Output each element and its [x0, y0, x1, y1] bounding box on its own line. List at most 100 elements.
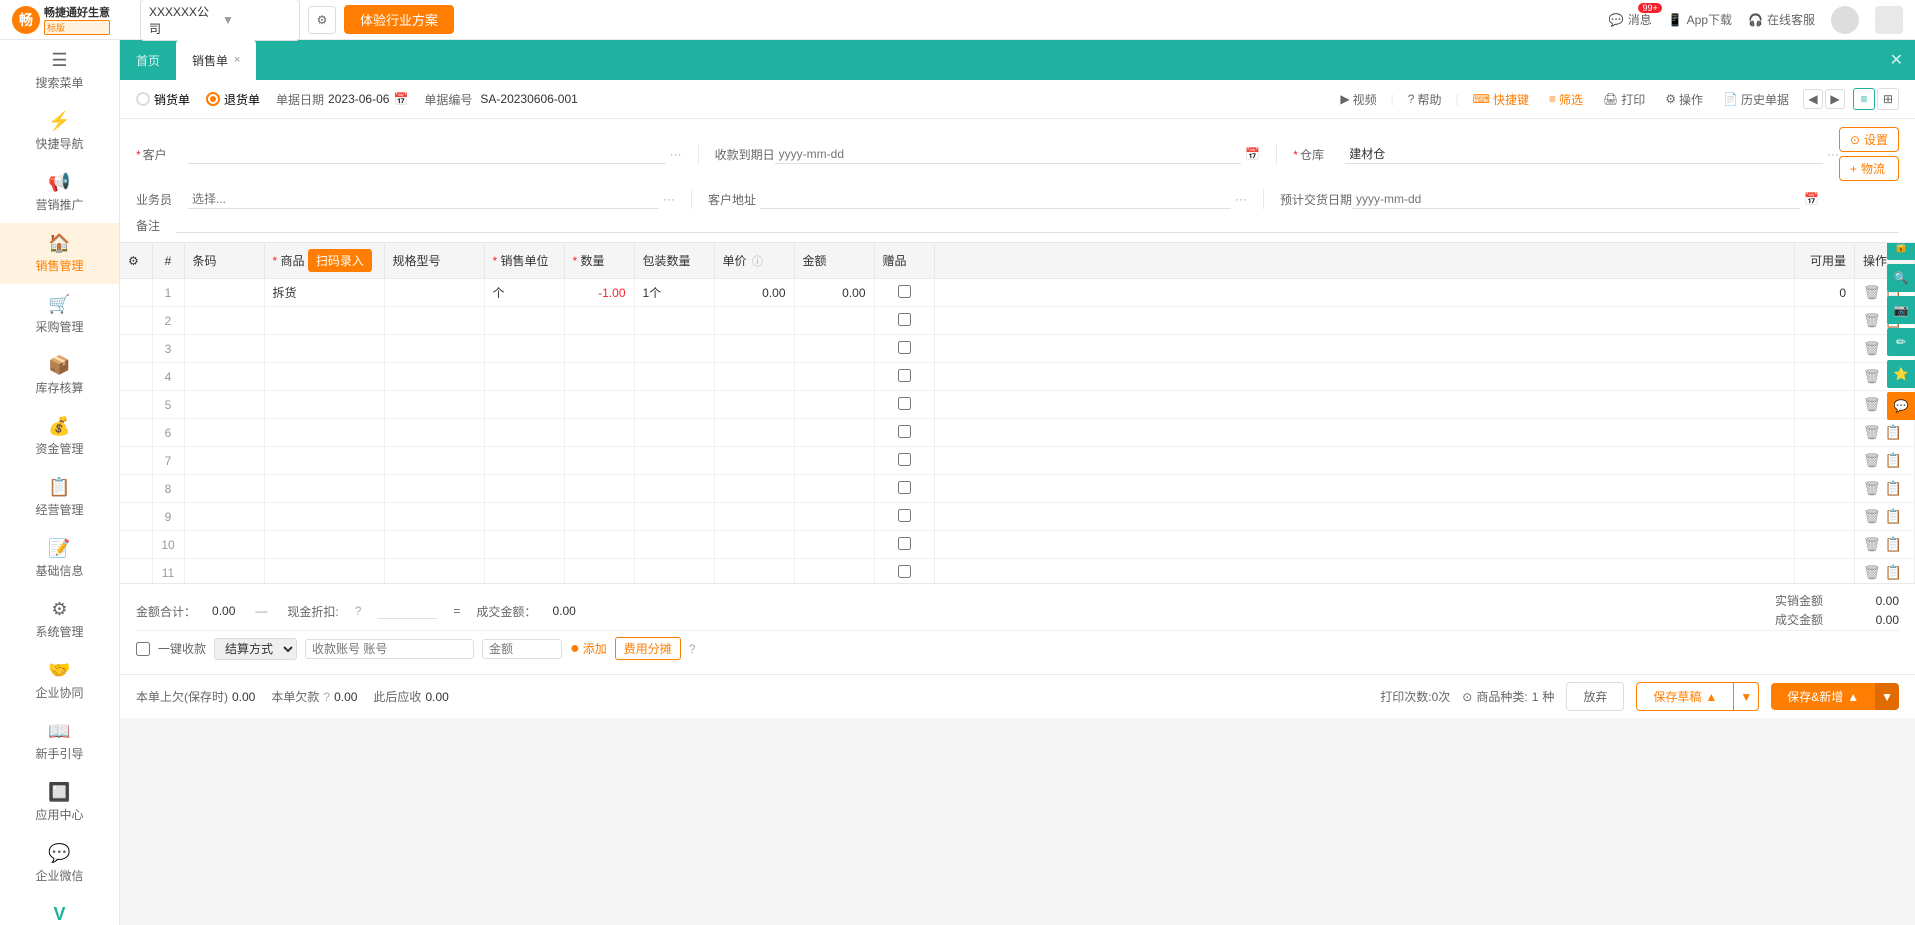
prev-record-btn[interactable]: ◀	[1803, 89, 1823, 109]
payment-calendar-icon[interactable]: 📅	[1245, 147, 1260, 161]
delete-row-icon[interactable]: 🗑	[1863, 508, 1881, 525]
barcode-input[interactable]	[193, 286, 256, 300]
gift-checkbox[interactable]	[898, 285, 911, 298]
delete-row-icon[interactable]: 🗑	[1863, 312, 1881, 329]
next-record-btn[interactable]: ▶	[1825, 89, 1845, 109]
save-new-dropdown-btn[interactable]: ▼	[1875, 683, 1899, 710]
settings-icon[interactable]: ⚙	[308, 6, 336, 34]
row-spec-cell[interactable]	[384, 279, 484, 307]
app-download-item[interactable]: 📱 App下载	[1668, 11, 1732, 28]
product-type-icon[interactable]: ⊙	[1462, 690, 1472, 704]
copy-row-icon[interactable]: 📋	[1885, 564, 1902, 581]
sidebar-item-basic[interactable]: 📝 基础信息	[0, 528, 119, 589]
settings-action-btn[interactable]: ⊙ 设置	[1839, 127, 1899, 152]
sidebar-item-finance[interactable]: 💰 资金管理	[0, 406, 119, 467]
user-menu-btn[interactable]	[1875, 6, 1903, 34]
col-settings[interactable]: ⚙	[120, 243, 152, 279]
sidebar-item-marketing[interactable]: 📢 营销推广	[0, 162, 119, 223]
warehouse-dots-icon[interactable]: ···	[1827, 147, 1839, 161]
trial-button[interactable]: 体验行业方案	[344, 5, 454, 34]
help-btn[interactable]: ? 帮助	[1402, 89, 1448, 110]
discount-input[interactable]	[377, 604, 437, 619]
add-payment-btn[interactable]: ● 添加	[570, 640, 607, 658]
row-gift-cell[interactable]	[874, 279, 934, 307]
filter-btn[interactable]: ≡ 筛选	[1543, 89, 1589, 110]
save-draft-dropdown-btn[interactable]: ▼	[1734, 682, 1759, 711]
expected-delivery-input[interactable]	[1352, 190, 1800, 209]
tab-home[interactable]: 首页	[120, 40, 176, 80]
right-float-search-btn[interactable]: 🔍	[1887, 264, 1915, 292]
gift-checkbox[interactable]	[898, 425, 911, 438]
delete-row-icon[interactable]: 🗑	[1863, 340, 1881, 357]
right-float-camera-btn[interactable]: 📷	[1887, 296, 1915, 324]
sidebar-item-collab[interactable]: 🤝 企业协同	[0, 650, 119, 711]
message-item[interactable]: 💬 消息 99+	[1609, 11, 1652, 28]
expense-split-btn[interactable]: 费用分摊	[615, 637, 681, 660]
online-service-item[interactable]: 🎧 在线客服	[1748, 11, 1815, 28]
payment-due-input[interactable]	[775, 145, 1242, 164]
sidebar-item-guide[interactable]: 📖 新手引导	[0, 711, 119, 772]
view-grid-btn[interactable]: ⊞	[1877, 88, 1899, 110]
customer-addr-input[interactable]	[760, 190, 1231, 209]
payment-help-icon[interactable]: ?	[689, 642, 696, 656]
copy-row-icon[interactable]: 📋	[1885, 424, 1902, 441]
sidebar-item-apps[interactable]: 🔲 应用中心	[0, 772, 119, 833]
gift-checkbox[interactable]	[898, 537, 911, 550]
sidebar-item-system[interactable]: ⚙ 系统管理	[0, 589, 119, 650]
delete-row-icon[interactable]: 🗑	[1863, 424, 1881, 441]
copy-row-icon[interactable]: 📋	[1885, 536, 1902, 553]
gift-checkbox[interactable]	[898, 397, 911, 410]
gift-checkbox[interactable]	[898, 453, 911, 466]
abandon-button[interactable]: 放弃	[1566, 682, 1624, 711]
delete-row-icon[interactable]: 🗑	[1863, 564, 1881, 581]
tab-close-icon[interactable]: ×	[234, 54, 240, 66]
payment-amount-input[interactable]	[482, 639, 562, 659]
copy-row-icon[interactable]: 📋	[1885, 452, 1902, 469]
sidebar-item-vip[interactable]: V 畅会员	[0, 894, 119, 925]
delete-row-icon[interactable]: 🗑	[1863, 536, 1881, 553]
sidebar-item-sales[interactable]: 🏠 销售管理	[0, 223, 119, 284]
user-avatar[interactable]	[1831, 6, 1859, 34]
delete-row-icon[interactable]: 🗑	[1863, 396, 1881, 413]
sidebar-item-quicknav[interactable]: ⚡ 快捷导航	[0, 101, 119, 162]
logistics-action-btn[interactable]: + 物流	[1839, 156, 1899, 181]
sidebar-item-inventory[interactable]: 📦 库存核算	[0, 345, 119, 406]
close-all-tabs-icon[interactable]: ✕	[1890, 50, 1903, 70]
gift-checkbox[interactable]	[898, 313, 911, 326]
calendar-icon[interactable]: 📅	[393, 92, 408, 106]
sidebar-item-wechat[interactable]: 💬 企业微信	[0, 833, 119, 894]
remarks-input[interactable]	[176, 218, 1899, 233]
delete-row-icon[interactable]: 🗑	[1863, 480, 1881, 497]
gift-checkbox[interactable]	[898, 341, 911, 354]
spec-input[interactable]	[393, 286, 476, 300]
discount-help-icon[interactable]: ?	[355, 604, 362, 618]
delete-row-icon[interactable]: 🗑	[1863, 284, 1881, 301]
gift-checkbox[interactable]	[898, 369, 911, 382]
tab-sales[interactable]: 销售单 ×	[176, 40, 256, 80]
payment-account-input[interactable]	[305, 639, 474, 659]
payment-method-select[interactable]: 结算方式	[214, 638, 297, 660]
right-float-chat-btn[interactable]: 💬	[1887, 392, 1915, 420]
copy-row-icon[interactable]: 📋	[1885, 480, 1902, 497]
debt-help-icon[interactable]: ?	[323, 690, 330, 704]
save-draft-button[interactable]: 保存草稿 ▲	[1636, 682, 1734, 711]
sidebar-item-operations[interactable]: 📋 经营管理	[0, 467, 119, 528]
one-click-payment-checkbox[interactable]	[136, 642, 150, 656]
copy-row-icon[interactable]: 📋	[1885, 508, 1902, 525]
row-barcode-cell[interactable]	[184, 279, 264, 307]
gift-checkbox[interactable]	[898, 509, 911, 522]
save-new-button[interactable]: 保存&新增 ▲	[1771, 683, 1875, 710]
customer-input[interactable]	[188, 145, 666, 164]
scan-button[interactable]: 扫码录入	[308, 249, 372, 272]
radio-sales[interactable]: 销货单	[136, 91, 190, 108]
print-btn[interactable]: 🖨 打印	[1597, 89, 1651, 110]
radio-return[interactable]: 退货单	[206, 91, 260, 108]
salesperson-input[interactable]	[188, 190, 659, 209]
right-float-star-btn[interactable]: ⭐	[1887, 360, 1915, 388]
sidebar-item-purchase[interactable]: 🛒 采购管理	[0, 284, 119, 345]
company-selector[interactable]: XXXXXX公司 ▼	[140, 0, 300, 41]
warehouse-input[interactable]	[1345, 145, 1823, 164]
delivery-calendar-icon[interactable]: 📅	[1804, 192, 1819, 206]
gift-checkbox[interactable]	[898, 481, 911, 494]
video-btn[interactable]: ▶ 视频	[1334, 89, 1382, 110]
